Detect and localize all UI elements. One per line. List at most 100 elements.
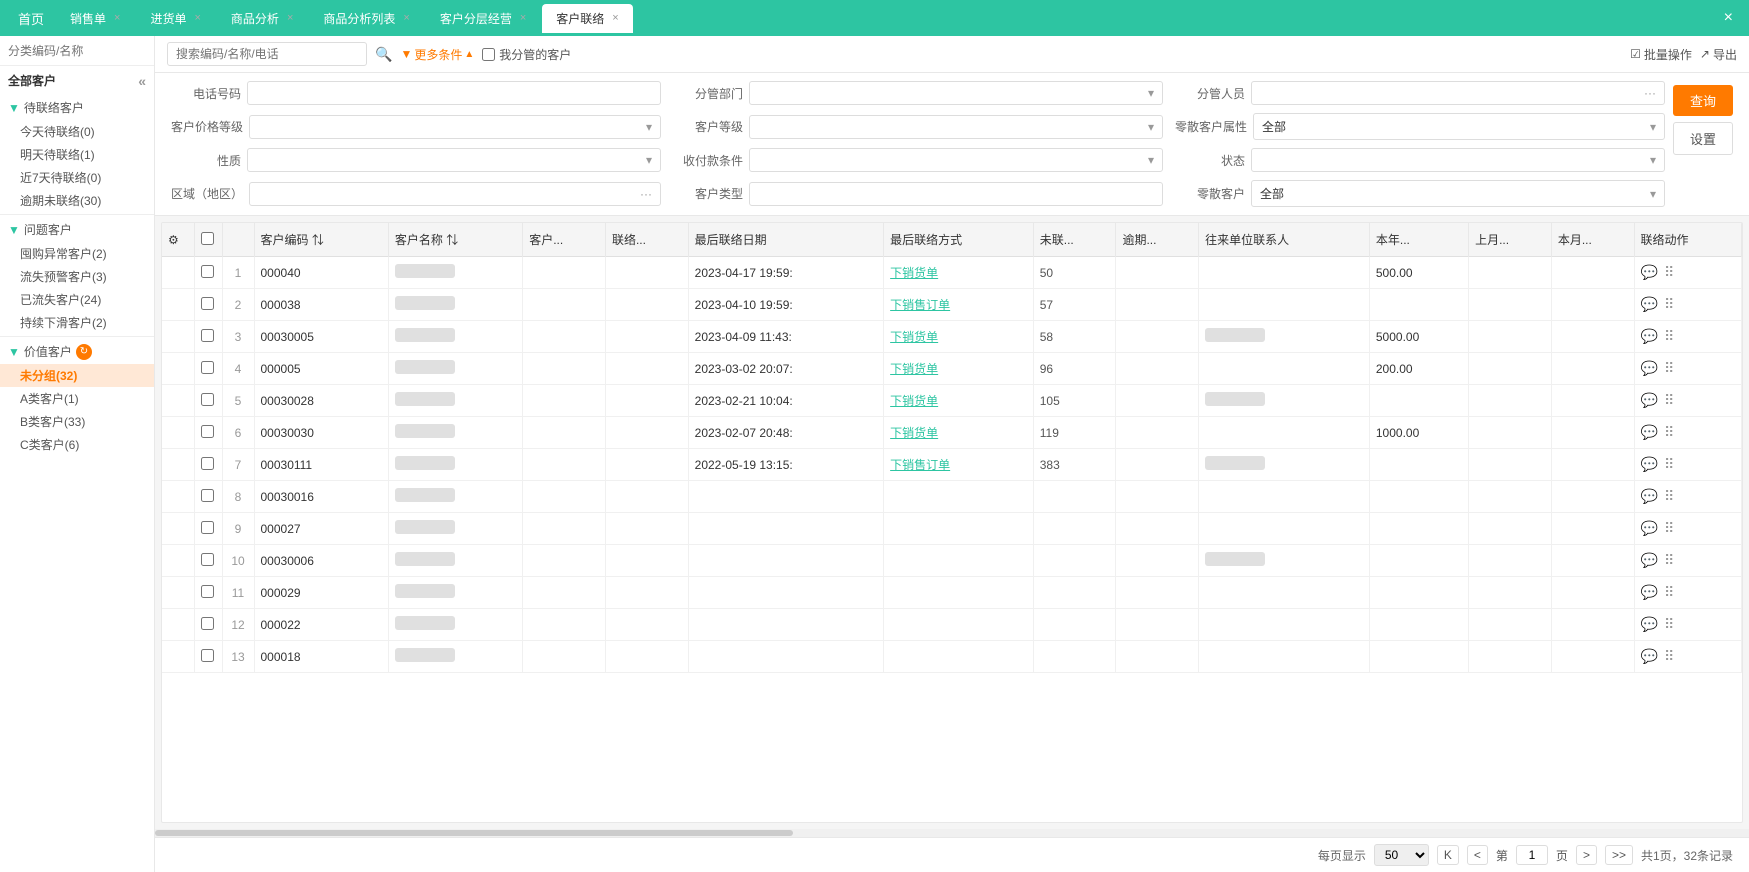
td-checkbox[interactable] bbox=[194, 481, 222, 513]
row-checkbox[interactable] bbox=[201, 617, 214, 630]
filter-select-person[interactable]: ··· bbox=[1251, 81, 1665, 105]
close-tab-icon[interactable]: × bbox=[114, 12, 120, 24]
sidebar-item-declining[interactable]: 持续下滑客户(2) bbox=[0, 311, 154, 334]
filter-select-region[interactable]: ··· bbox=[249, 182, 661, 206]
select-all-checkbox[interactable] bbox=[201, 232, 214, 245]
sidebar-group-value[interactable]: ▼ 价值客户 ↻ bbox=[0, 339, 154, 364]
th-name[interactable]: 客户名称 ⇅ bbox=[388, 223, 522, 257]
sidebar-item-7days-pending[interactable]: 近7天待联络(0) bbox=[0, 166, 154, 189]
row-checkbox[interactable] bbox=[201, 297, 214, 310]
td-checkbox[interactable] bbox=[194, 417, 222, 449]
td-checkbox[interactable] bbox=[194, 353, 222, 385]
grid-icon[interactable]: ⠿ bbox=[1664, 328, 1674, 345]
reset-btn[interactable]: 设置 bbox=[1673, 122, 1733, 155]
chat-icon[interactable]: 💬 bbox=[1641, 456, 1658, 473]
row-checkbox[interactable] bbox=[201, 585, 214, 598]
contact-method-link[interactable]: 下销货单 bbox=[890, 394, 938, 408]
row-checkbox[interactable] bbox=[201, 489, 214, 502]
sidebar-item-churn-warning[interactable]: 流失预警客户(3) bbox=[0, 265, 154, 288]
row-checkbox[interactable] bbox=[201, 329, 214, 342]
sidebar-search-input[interactable] bbox=[8, 44, 155, 58]
grid-icon[interactable]: ⠿ bbox=[1664, 616, 1674, 633]
contact-method-link[interactable]: 下销货单 bbox=[890, 266, 938, 280]
row-checkbox[interactable] bbox=[201, 425, 214, 438]
filter-select-price-grade[interactable]: ▾ bbox=[249, 115, 661, 139]
grid-icon[interactable]: ⠿ bbox=[1664, 424, 1674, 441]
batch-operation-btn[interactable]: ☑ 批量操作 bbox=[1630, 46, 1692, 63]
filter-select-dept[interactable]: ▾ bbox=[749, 81, 1163, 105]
tab-home[interactable]: 首页 bbox=[8, 3, 54, 34]
close-tab-active-icon[interactable]: × bbox=[612, 12, 618, 24]
contact-method-link[interactable]: 下销货单 bbox=[890, 362, 938, 376]
close-tab-icon[interactable]: × bbox=[520, 12, 526, 24]
row-checkbox[interactable] bbox=[201, 361, 214, 374]
grid-icon[interactable]: ⠿ bbox=[1664, 264, 1674, 281]
tab-customer-tiered[interactable]: 客户分层经营 × bbox=[426, 4, 540, 33]
td-checkbox[interactable] bbox=[194, 513, 222, 545]
tab-product-analysis[interactable]: 商品分析 × bbox=[217, 4, 307, 33]
td-checkbox[interactable] bbox=[194, 449, 222, 481]
per-page-select[interactable]: 50 100 200 bbox=[1374, 844, 1429, 866]
sidebar-item-today-pending[interactable]: 今天待联络(0) bbox=[0, 120, 154, 143]
filter-select-payment[interactable]: ▾ bbox=[749, 148, 1163, 172]
grid-icon[interactable]: ⠿ bbox=[1664, 296, 1674, 313]
sidebar-item-classC[interactable]: C类客户(6) bbox=[0, 433, 154, 456]
query-btn[interactable]: 查询 bbox=[1673, 85, 1733, 116]
next-page-btn[interactable]: > bbox=[1576, 845, 1597, 865]
chat-icon[interactable]: 💬 bbox=[1641, 296, 1658, 313]
sidebar-collapse-icon[interactable]: « bbox=[138, 73, 146, 89]
chat-icon[interactable]: 💬 bbox=[1641, 584, 1658, 601]
first-page-btn[interactable]: K bbox=[1437, 845, 1459, 865]
tab-sales-order[interactable]: 销售单 × bbox=[56, 4, 134, 33]
filter-select-scatter-attr[interactable]: 全部 ▾ bbox=[1253, 113, 1665, 140]
th-code[interactable]: 客户编码 ⇅ bbox=[254, 223, 388, 257]
window-close-btn[interactable]: × bbox=[1716, 5, 1741, 31]
chat-icon[interactable]: 💬 bbox=[1641, 264, 1658, 281]
filter-select-scatter[interactable]: 全部 ▾ bbox=[1251, 180, 1665, 207]
row-checkbox[interactable] bbox=[201, 457, 214, 470]
sidebar-item-classB[interactable]: B类客户(33) bbox=[0, 410, 154, 433]
grid-icon[interactable]: ⠿ bbox=[1664, 360, 1674, 377]
horizontal-scrollbar[interactable] bbox=[155, 829, 1749, 837]
close-tab-icon[interactable]: × bbox=[403, 12, 409, 24]
td-checkbox[interactable] bbox=[194, 289, 222, 321]
sidebar-group-problem[interactable]: ▼ 问题客户 bbox=[0, 217, 154, 242]
sidebar-item-classA[interactable]: A类客户(1) bbox=[0, 387, 154, 410]
filter-select-status[interactable]: ▾ bbox=[1251, 148, 1665, 172]
chat-icon[interactable]: 💬 bbox=[1641, 616, 1658, 633]
td-checkbox[interactable] bbox=[194, 545, 222, 577]
row-checkbox[interactable] bbox=[201, 265, 214, 278]
tab-customer-contact[interactable]: 客户联络 × bbox=[542, 4, 632, 33]
grid-icon[interactable]: ⠿ bbox=[1664, 456, 1674, 473]
filter-search-btn[interactable]: 🔍 bbox=[375, 46, 392, 63]
all-customers-header[interactable]: 全部客户 « bbox=[0, 66, 154, 95]
sidebar-item-tomorrow-pending[interactable]: 明天待联络(1) bbox=[0, 143, 154, 166]
filter-search-input[interactable] bbox=[167, 42, 367, 66]
tab-product-analysis-list[interactable]: 商品分析列表 × bbox=[309, 4, 423, 33]
contact-method-link[interactable]: 下销货单 bbox=[890, 426, 938, 440]
sidebar-item-hoarding[interactable]: 囤购异常客户(2) bbox=[0, 242, 154, 265]
page-number-input[interactable] bbox=[1516, 845, 1548, 865]
row-checkbox[interactable] bbox=[201, 553, 214, 566]
chat-icon[interactable]: 💬 bbox=[1641, 360, 1658, 377]
chat-icon[interactable]: 💬 bbox=[1641, 424, 1658, 441]
td-checkbox[interactable] bbox=[194, 385, 222, 417]
sidebar-item-churned[interactable]: 已流失客户(24) bbox=[0, 288, 154, 311]
td-checkbox[interactable] bbox=[194, 609, 222, 641]
chat-icon[interactable]: 💬 bbox=[1641, 328, 1658, 345]
td-checkbox[interactable] bbox=[194, 641, 222, 673]
filter-select-grade[interactable]: ▾ bbox=[749, 115, 1163, 139]
more-conditions-btn[interactable]: ▼ 更多条件 ▲ bbox=[400, 46, 474, 63]
export-btn[interactable]: ↗ 导出 bbox=[1700, 46, 1737, 63]
row-checkbox[interactable] bbox=[201, 649, 214, 662]
contact-method-link[interactable]: 下销售订单 bbox=[890, 298, 950, 312]
close-tab-icon[interactable]: × bbox=[287, 12, 293, 24]
filter-select-nature[interactable]: ▾ bbox=[247, 148, 661, 172]
sidebar-item-ungroup[interactable]: 未分组(32) bbox=[0, 364, 154, 387]
close-tab-icon[interactable]: × bbox=[194, 12, 200, 24]
contact-method-link[interactable]: 下销货单 bbox=[890, 330, 938, 344]
grid-icon[interactable]: ⠿ bbox=[1664, 648, 1674, 665]
contact-method-link[interactable]: 下销售订单 bbox=[890, 458, 950, 472]
grid-icon[interactable]: ⠿ bbox=[1664, 552, 1674, 569]
chat-icon[interactable]: 💬 bbox=[1641, 552, 1658, 569]
